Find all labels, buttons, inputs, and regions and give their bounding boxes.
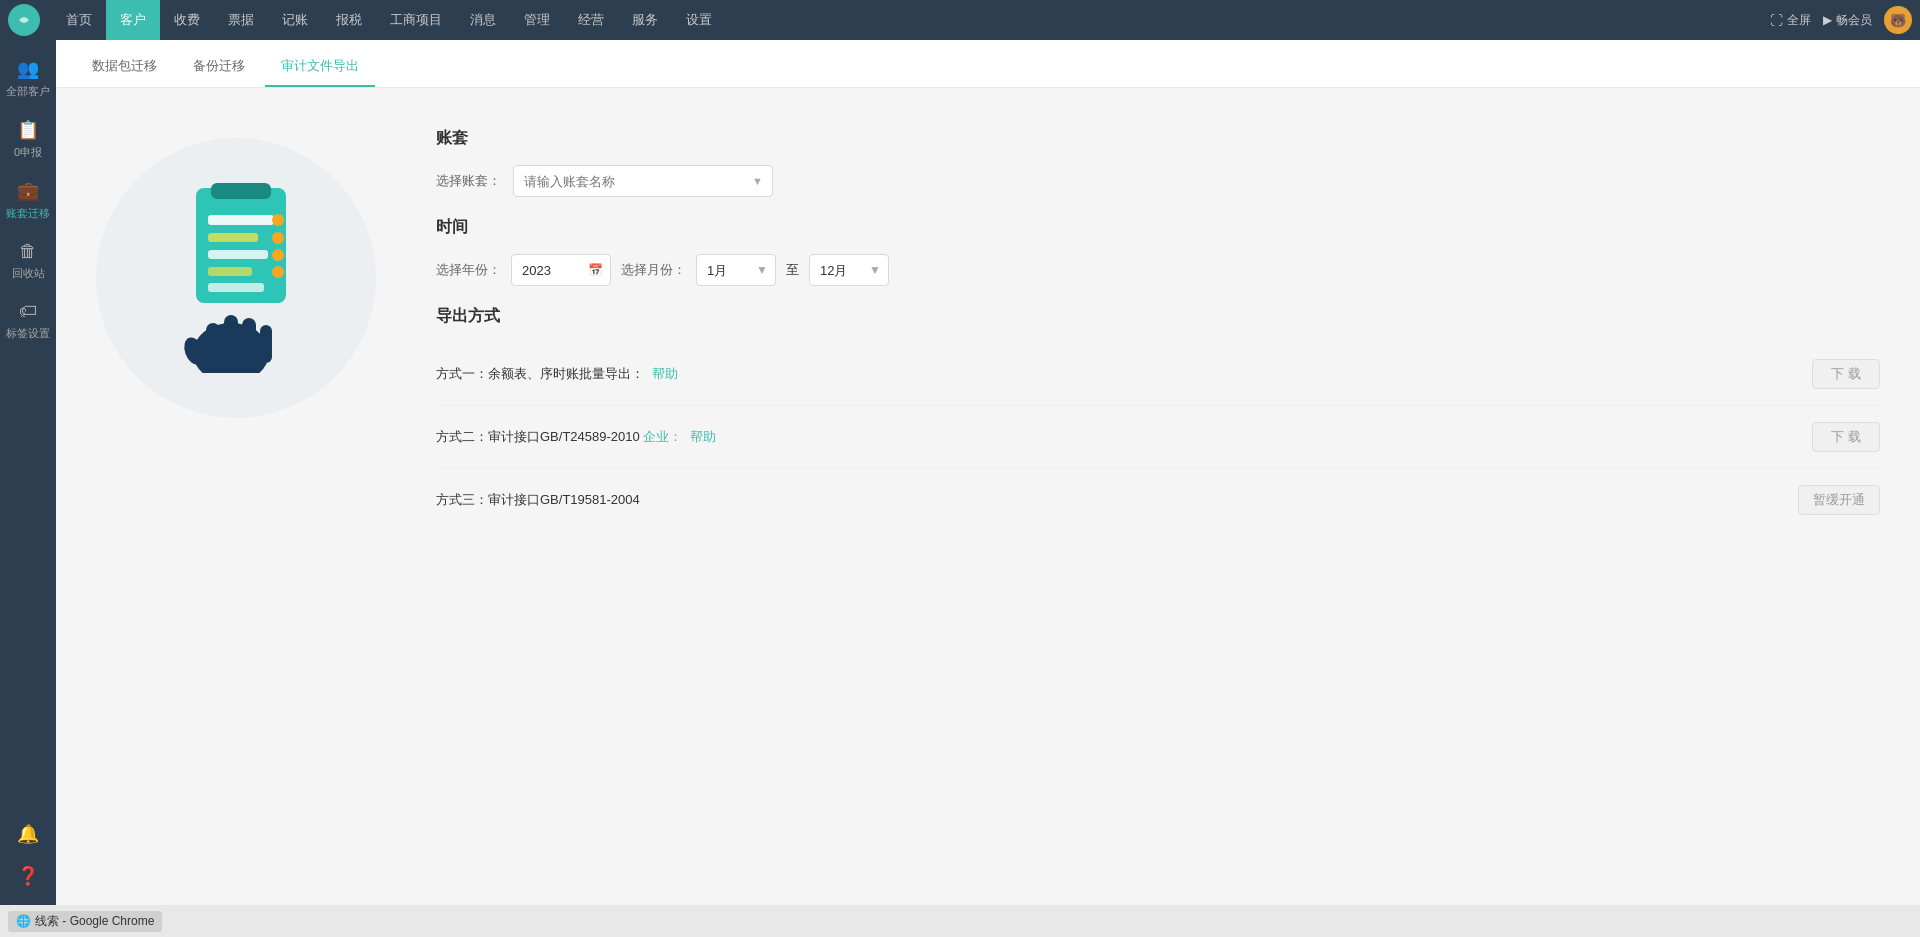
year-input-wrapper: 📅	[511, 254, 611, 286]
nav-service[interactable]: 服务	[618, 0, 672, 40]
avatar[interactable]: 🐻	[1884, 6, 1912, 34]
svg-point-17	[272, 266, 284, 278]
svg-point-16	[272, 249, 284, 261]
year-input[interactable]	[511, 254, 611, 286]
top-nav-right: ⛶ 全屏 ▶ 畅会员 🐻	[1770, 6, 1912, 34]
illustration-svg	[156, 183, 316, 373]
svg-point-14	[272, 214, 284, 226]
method-1-label: 方式一：余额表、序时账批量导出： 帮助	[436, 365, 1812, 383]
start-month-select[interactable]: 1月2月3月 4月5月6月 7月8月9月 10月11月12月	[696, 254, 776, 286]
nav-operations[interactable]: 经营	[564, 0, 618, 40]
method-2-help-link[interactable]: 帮助	[690, 429, 716, 444]
year-label: 选择年份：	[436, 261, 501, 279]
svg-rect-2	[206, 323, 220, 363]
sidebar-item-notification[interactable]: 🔔	[17, 813, 39, 855]
account-section-title: 账套	[436, 128, 1880, 149]
method-3-open-button[interactable]: 暂缓开通	[1798, 485, 1880, 515]
logo	[8, 4, 40, 36]
nav-invoice[interactable]: 票据	[214, 0, 268, 40]
illustration-area	[96, 138, 376, 418]
sidebar-bottom: 🔔 ❓	[17, 813, 39, 897]
nav-bookkeeping[interactable]: 记账	[268, 0, 322, 40]
svg-rect-13	[208, 283, 264, 292]
export-method-2-row: 方式二：审计接口GB/T24589-2010 企业： 帮助 下 载	[436, 406, 1880, 469]
method-2-download-button[interactable]: 下 载	[1812, 422, 1880, 452]
sidebar-item-zero-declare[interactable]: 📋 0申报	[0, 109, 56, 170]
method-2-label: 方式二：审计接口GB/T24589-2010 企业： 帮助	[436, 428, 1812, 446]
sidebar-item-all-customers[interactable]: 👥 全部客户	[0, 48, 56, 109]
nav-tax[interactable]: 报税	[322, 0, 376, 40]
fullscreen-icon: ⛶	[1770, 13, 1783, 28]
month-label: 选择月份：	[621, 261, 686, 279]
tags-icon: 🏷	[19, 301, 37, 322]
taskbar-chrome-item[interactable]: 🌐 线索 - Google Chrome	[8, 911, 162, 932]
fullscreen-button[interactable]: ⛶ 全屏	[1770, 12, 1811, 29]
svg-rect-8	[211, 183, 271, 199]
export-section: 导出方式 方式一：余额表、序时账批量导出： 帮助 下 载 方式二：审计接口GB/…	[436, 306, 1880, 531]
method-2-enterprise-link[interactable]: 企业：	[643, 429, 682, 444]
sidebar-item-tags[interactable]: 🏷 标签设置	[0, 291, 56, 351]
export-method-3-row: 方式三：审计接口GB/T19581-2004 暂缓开通	[436, 469, 1880, 531]
nav-home[interactable]: 首页	[52, 0, 106, 40]
main-area: 👥 全部客户 📋 0申报 💼 账套迁移 🗑 回收站 🏷 标签设置 🔔 ❓	[0, 40, 1920, 905]
svg-rect-9	[208, 215, 274, 225]
time-row: 选择年份： 📅 选择月份： 1月2月3月 4月5月6月 7月8月9月 10月11	[436, 254, 1880, 286]
form-area: 账套 选择账套： ▼ 时间 选择年份： 📅	[436, 118, 1880, 531]
time-section-title: 时间	[436, 217, 1880, 238]
sidebar-item-account-migrate[interactable]: 💼 账套迁移	[0, 170, 56, 231]
method-1-help-link[interactable]: 帮助	[652, 366, 678, 381]
time-section: 时间 选择年份： 📅 选择月份： 1月2月3月 4月5月6月 7月	[436, 217, 1880, 286]
migrate-icon: 💼	[17, 180, 39, 202]
nav-messages[interactable]: 消息	[456, 0, 510, 40]
svg-rect-10	[208, 233, 258, 242]
nav-items: 首页 客户 收费 票据 记账 报税 工商项目 消息 管理 经营 服务 设置	[52, 0, 1770, 40]
nav-billing[interactable]: 收费	[160, 0, 214, 40]
top-nav: 首页 客户 收费 票据 记账 报税 工商项目 消息 管理 经营 服务 设置 ⛶ …	[0, 0, 1920, 40]
svg-rect-11	[208, 250, 268, 259]
tab-data-migrate[interactable]: 数据包迁移	[76, 47, 173, 87]
account-select-wrapper: ▼	[513, 165, 773, 197]
taskbar: 🌐 线索 - Google Chrome	[0, 905, 1920, 937]
chrome-icon: 🌐	[16, 914, 31, 928]
nav-settings[interactable]: 设置	[672, 0, 726, 40]
content-area: 数据包迁移 备份迁移 审计文件导出	[56, 40, 1920, 905]
left-sidebar: 👥 全部客户 📋 0申报 💼 账套迁移 🗑 回收站 🏷 标签设置 🔔 ❓	[0, 40, 56, 905]
account-form-row: 选择账套： ▼	[436, 165, 1880, 197]
end-month-select[interactable]: 1月2月3月 4月5月6月 7月8月9月 10月11月12月	[809, 254, 889, 286]
to-label: 至	[786, 261, 799, 279]
sidebar-item-recycle[interactable]: 🗑 回收站	[0, 231, 56, 291]
method-1-download-button[interactable]: 下 载	[1812, 359, 1880, 389]
help-icon: ❓	[17, 865, 39, 887]
svg-rect-5	[260, 325, 272, 363]
method-3-label: 方式三：审计接口GB/T19581-2004	[436, 491, 1798, 509]
svg-rect-3	[224, 315, 238, 363]
nav-manage[interactable]: 管理	[510, 0, 564, 40]
tab-audit-export[interactable]: 审计文件导出	[265, 47, 375, 87]
svg-rect-12	[208, 267, 252, 276]
customers-icon: 👥	[17, 58, 39, 80]
page-content: 账套 选择账套： ▼ 时间 选择年份： 📅	[56, 88, 1920, 905]
svg-point-15	[272, 232, 284, 244]
vip-icon: ▶	[1823, 13, 1832, 27]
recycle-icon: 🗑	[19, 241, 37, 262]
tabs-bar: 数据包迁移 备份迁移 审计文件导出	[56, 40, 1920, 88]
nav-customer[interactable]: 客户	[106, 0, 160, 40]
notification-icon: 🔔	[17, 823, 39, 845]
declare-icon: 📋	[17, 119, 39, 141]
tab-backup-migrate[interactable]: 备份迁移	[177, 47, 261, 87]
svg-rect-4	[242, 318, 256, 363]
start-month-select-wrapper: 1月2月3月 4月5月6月 7月8月9月 10月11月12月 ▼	[696, 254, 776, 286]
sidebar-item-help[interactable]: ❓	[17, 855, 39, 897]
logo-icon	[13, 9, 35, 31]
account-select-label: 选择账套：	[436, 172, 501, 190]
export-method-1-row: 方式一：余额表、序时账批量导出： 帮助 下 载	[436, 343, 1880, 406]
nav-business[interactable]: 工商项目	[376, 0, 456, 40]
export-section-title: 导出方式	[436, 306, 1880, 327]
account-select-input[interactable]	[513, 165, 773, 197]
vip-button[interactable]: ▶ 畅会员	[1823, 12, 1872, 29]
end-month-select-wrapper: 1月2月3月 4月5月6月 7月8月9月 10月11月12月 ▼	[809, 254, 889, 286]
